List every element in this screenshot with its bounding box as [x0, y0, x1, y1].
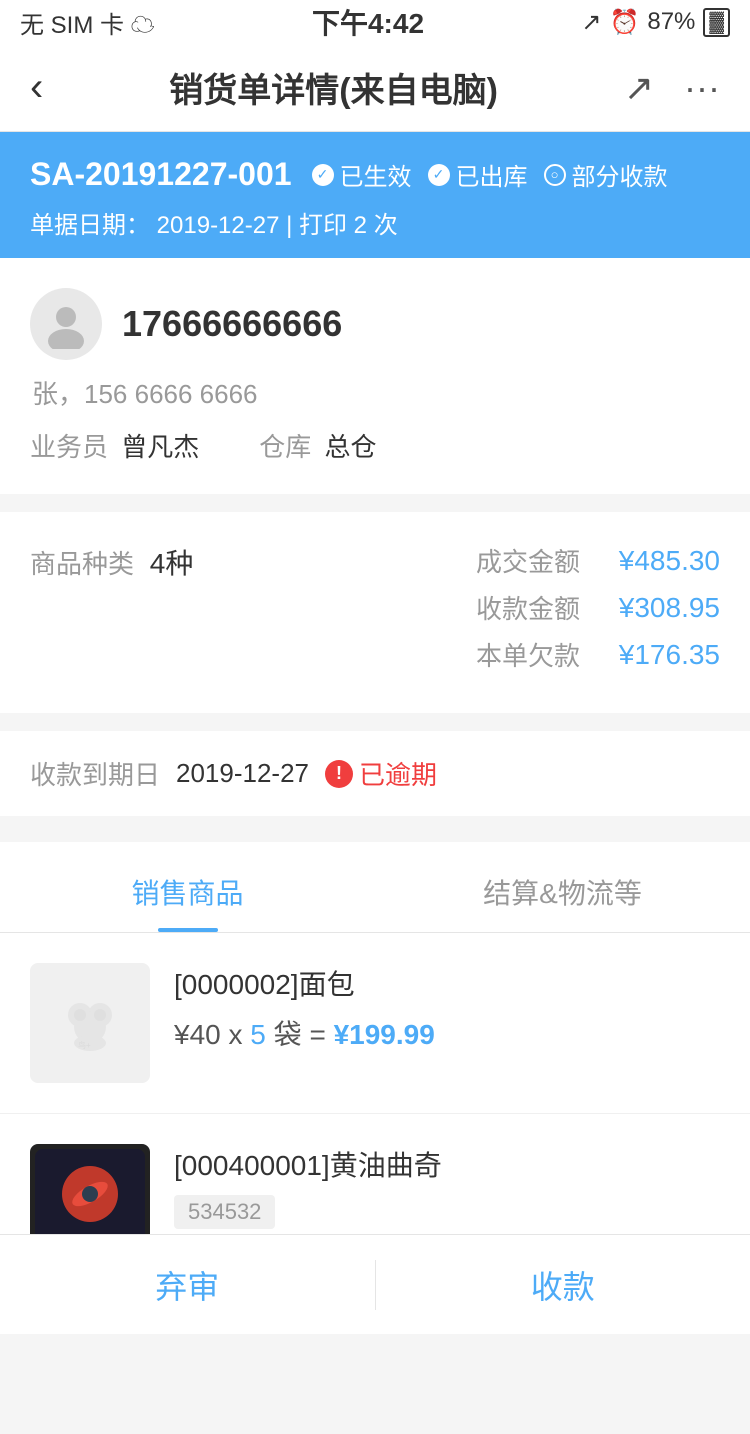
staff-info: 业务员 曾凡杰 [30, 427, 199, 464]
order-badges: ✓ 已生效 ✓ 已出库 ○ 部分收款 [312, 157, 668, 192]
status-bar-right: ↗ ⏰ 87% ▓ [581, 8, 730, 37]
page-title: 销货单详情(来自电脑) [169, 63, 498, 112]
product-count: 商品种类 4种 [30, 542, 193, 582]
check-icon-2: ✓ [428, 164, 450, 186]
back-button[interactable]: ‹ [30, 65, 43, 110]
product-price-1: ¥40 x 5 袋 = ¥199.99 [174, 1013, 720, 1053]
share-icon[interactable]: ↗︎ [624, 67, 654, 109]
tabs-container: 销售商品 结算&物流等 [0, 842, 750, 933]
deal-amount-row: 成交金额 ¥485.30 [476, 542, 720, 579]
nav-actions: ↗︎ ··· [624, 67, 720, 109]
order-id: SA-20191227-001 [30, 156, 292, 193]
badge-delivered: ✓ 已出库 [428, 157, 528, 192]
amount-summary: 成交金额 ¥485.30 收款金额 ¥308.95 本单欠款 ¥176.35 [476, 542, 720, 683]
status-bar-left: 无 SIM 卡 ☁ [20, 5, 155, 40]
product-name-1: [0000002]面包 [174, 963, 720, 1003]
warehouse-info: 仓库 总仓 [259, 427, 376, 464]
order-date-line: 单据日期： 2019-12-27 | 打印 2 次 [30, 205, 720, 240]
battery-icon: ▓ [703, 8, 730, 37]
owe-amount-row: 本单欠款 ¥176.35 [476, 636, 720, 673]
divider-2 [0, 715, 750, 731]
customer-contact: 张，156 6666 6666 [30, 374, 720, 411]
battery-status: 87% [647, 8, 695, 36]
tab-sales-products[interactable]: 销售商品 [0, 842, 375, 932]
divider-1 [0, 496, 750, 512]
customer-avatar [30, 288, 102, 360]
alarm-icon: ⏰ [609, 8, 639, 37]
due-date-section: 收款到期日 2019-12-27 ! 已逾期 [0, 731, 750, 816]
product-thumbnail-1: 鸟+ [30, 963, 150, 1083]
status-bar: 无 SIM 卡 ☁ 下午4:42 ↗ ⏰ 87% ▓ [0, 0, 750, 44]
sim-status: 无 SIM 卡 ☁ [20, 5, 155, 40]
order-header-banner: SA-20191227-001 ✓ 已生效 ✓ 已出库 ○ 部分收款 单据日期：… [0, 132, 750, 258]
badge-partial: ○ 部分收款 [544, 157, 668, 192]
product-name-2: [000400001]黄油曲奇 [174, 1144, 720, 1184]
customer-phone: 17666666666 [122, 303, 342, 345]
customer-section: 17666666666 张，156 6666 6666 业务员 曾凡杰 仓库 总… [0, 258, 750, 494]
status-bar-time: 下午4:42 [312, 2, 424, 42]
product-tag-2: 534532 [174, 1195, 275, 1229]
collect-payment-button[interactable]: 收款 [376, 1242, 750, 1328]
bottom-action-bar: 弃审 收款 [0, 1234, 750, 1334]
overdue-badge: ! 已逾期 [325, 755, 437, 792]
svg-text:鸟+: 鸟+ [78, 1040, 91, 1050]
nav-bar: ‹ 销货单详情(来自电脑) ↗︎ ··· [0, 44, 750, 132]
location-icon: ↗ [581, 8, 601, 37]
customer-meta: 业务员 曾凡杰 仓库 总仓 [30, 427, 720, 464]
summary-section: 商品种类 4种 成交金额 ¥485.30 收款金额 ¥308.95 本单欠款 ¥… [0, 512, 750, 713]
check-icon: ✓ [312, 164, 334, 186]
receipt-amount-row: 收款金额 ¥308.95 [476, 589, 720, 626]
list-item: 鸟+ [0000002]面包 ¥40 x 5 袋 = ¥199.99 [0, 933, 750, 1114]
badge-effective: ✓ 已生效 [312, 157, 412, 192]
product-info-1: [0000002]面包 ¥40 x 5 袋 = ¥199.99 [174, 963, 720, 1083]
clock-icon: ○ [544, 164, 566, 186]
divider-3 [0, 826, 750, 842]
overdue-icon: ! [325, 760, 353, 788]
abandon-review-button[interactable]: 弃审 [0, 1242, 375, 1328]
tab-settlement[interactable]: 结算&物流等 [375, 842, 750, 932]
more-icon[interactable]: ··· [684, 67, 720, 109]
